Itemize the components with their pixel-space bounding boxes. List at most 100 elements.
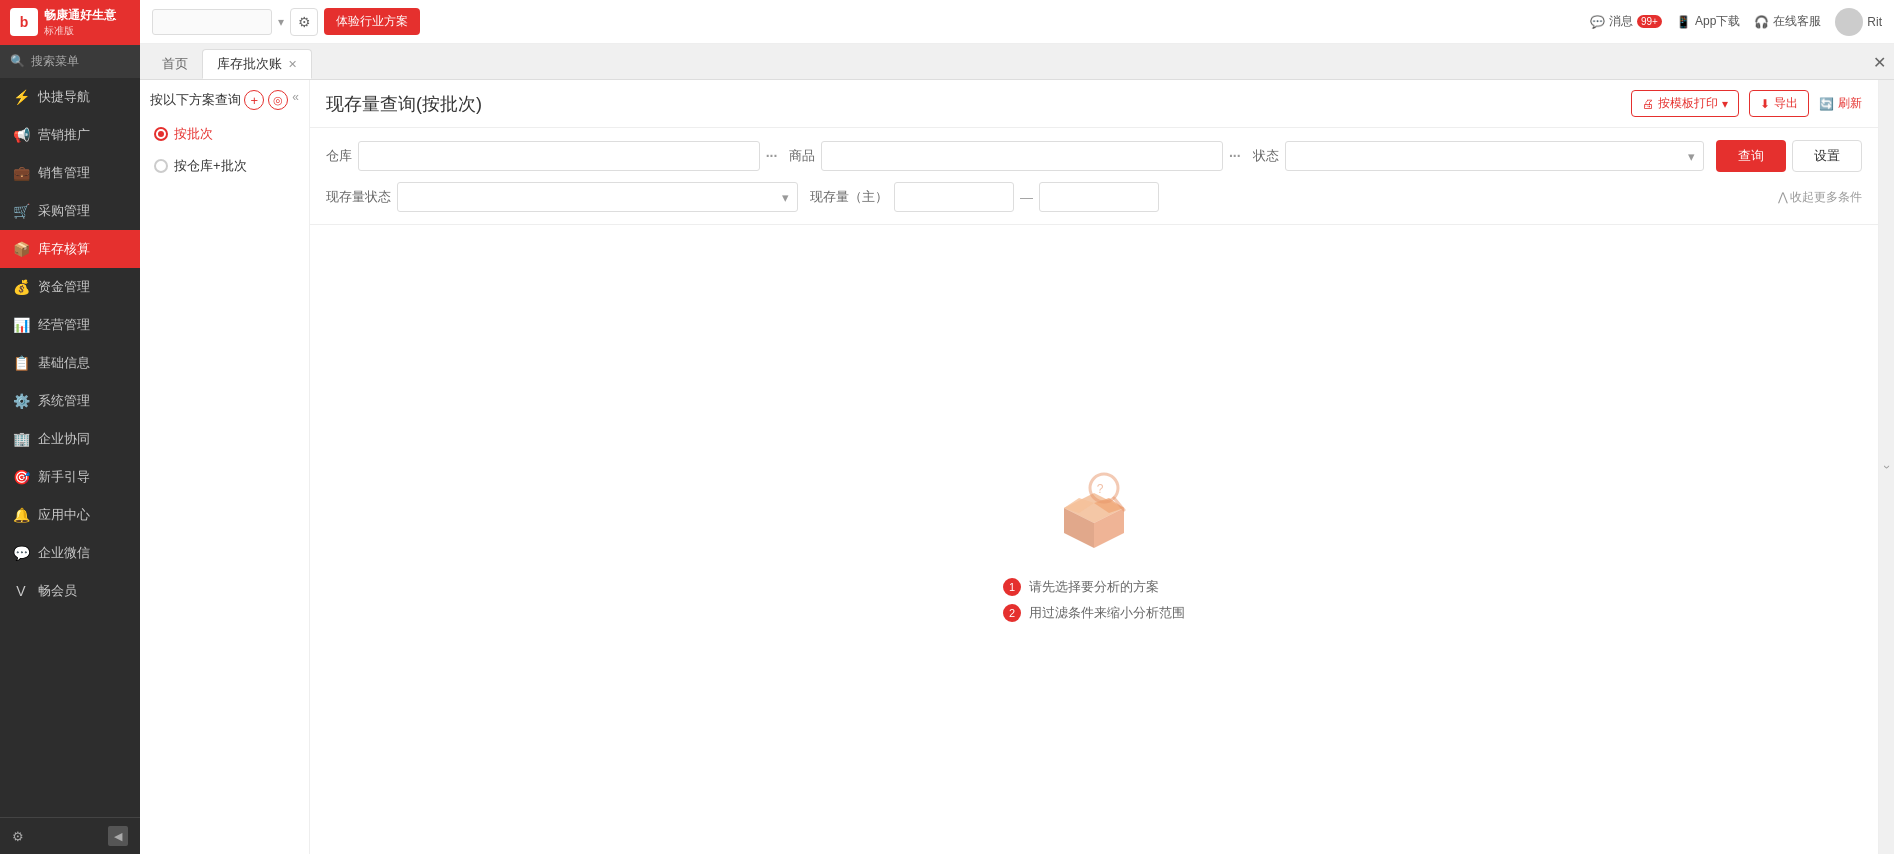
page-title: 现存量查询(按批次) — [326, 92, 482, 116]
edition-label: 标准版 — [44, 24, 116, 37]
avatar — [1835, 8, 1863, 36]
sidebar-item-newuser[interactable]: 🎯 新手引导 — [0, 458, 140, 496]
trial-button[interactable]: 体验行业方案 — [324, 8, 420, 35]
chevron-up-icon: ⋀ — [1778, 190, 1788, 204]
operations-icon: 📊 — [12, 317, 30, 333]
basic-icon: 📋 — [12, 355, 30, 371]
sidebar-item-label: 基础信息 — [38, 354, 90, 372]
scheme-item-by-batch[interactable]: 按批次 — [140, 118, 309, 150]
sidebar-item-basic[interactable]: 📋 基础信息 — [0, 344, 140, 382]
tab-home-label: 首页 — [162, 49, 188, 79]
purchase-icon: 🛒 — [12, 203, 30, 219]
product-label: 商品 — [789, 147, 815, 165]
target-icon-button[interactable]: ◎ — [268, 90, 288, 110]
setting-button[interactable]: 设置 — [1792, 140, 1862, 172]
member-icon: V — [12, 583, 30, 599]
product-filter-group: 商品 ··· — [789, 141, 1240, 171]
left-panel-title: 按以下方案查询 — [150, 91, 241, 109]
left-panel: 按以下方案查询 + ◎ « 按批次 按仓库+批次 — [140, 80, 310, 854]
scheme-label-by-batch: 按批次 — [174, 125, 213, 143]
radio-by-warehouse-batch — [154, 159, 168, 173]
sales-icon: 💼 — [12, 165, 30, 181]
inventory-qty-max-input[interactable] — [1039, 182, 1159, 212]
tab-close-icon[interactable]: ✕ — [288, 49, 297, 79]
range-dash: — — [1020, 190, 1033, 205]
gear-icon[interactable]: ⚙ — [290, 8, 318, 36]
export-button[interactable]: ⬇ 导出 — [1749, 90, 1809, 117]
tab-home[interactable]: 首页 — [148, 49, 202, 79]
inventory-status-select[interactable]: ▾ — [397, 182, 798, 212]
search-input[interactable] — [152, 9, 272, 35]
empty-tips: 1 请先选择要分析的方案 2 用过滤条件来缩小分析范围 — [1003, 578, 1185, 622]
sidebar-item-sales[interactable]: 💼 销售管理 — [0, 154, 140, 192]
query-button[interactable]: 查询 — [1716, 140, 1786, 172]
sidebar-item-quick-nav[interactable]: ⚡ 快捷导航 — [0, 78, 140, 116]
search-menu[interactable]: 🔍 搜索菜单 — [0, 45, 140, 78]
page-header: 现存量查询(按批次) 🖨 按模板打印 ▾ ⬇ 导出 🔄 刷新 — [310, 80, 1878, 128]
chevron-down-icon: ▾ — [1722, 97, 1728, 111]
sidebar-item-marketing[interactable]: 📢 营销推广 — [0, 116, 140, 154]
sidebar-item-purchase[interactable]: 🛒 采购管理 — [0, 192, 140, 230]
sidebar-item-operations[interactable]: 📊 经营管理 — [0, 306, 140, 344]
add-scheme-button[interactable]: + — [244, 90, 264, 110]
user-name: Rit — [1867, 15, 1882, 29]
tab-inventory-batch-label: 库存批次账 — [217, 49, 282, 79]
warehouse-filter-group: 仓库 ··· — [326, 141, 777, 171]
inventory-status-label: 现存量状态 — [326, 188, 391, 206]
sidebar-item-label: 销售管理 — [38, 164, 90, 182]
chevron-down-icon: ▾ — [278, 15, 284, 29]
newuser-icon: 🎯 — [12, 469, 30, 485]
customer-service-action[interactable]: 🎧 在线客服 — [1754, 13, 1821, 30]
sidebar-item-system[interactable]: ⚙️ 系统管理 — [0, 382, 140, 420]
sidebar-item-wechat[interactable]: 💬 企业微信 — [0, 534, 140, 572]
product-input[interactable] — [821, 141, 1223, 171]
chevron-down-icon: ▾ — [782, 190, 789, 205]
main-area: ▾ ⚙ 体验行业方案 💬 消息 99+ 📱 App下载 🎧 在线客服 Rit — [140, 0, 1894, 854]
sidebar-scroll-btn[interactable]: ◀ — [108, 826, 128, 846]
inventory-qty-min-input[interactable] — [894, 182, 1014, 212]
message-action[interactable]: 💬 消息 99+ — [1590, 13, 1662, 30]
headset-icon: 🎧 — [1754, 15, 1769, 29]
system-icon: ⚙️ — [12, 393, 30, 409]
refresh-button[interactable]: 🔄 刷新 — [1819, 95, 1862, 112]
settings-icon[interactable]: ⚙ — [12, 829, 24, 844]
sidebar-item-finance[interactable]: 💰 资金管理 — [0, 268, 140, 306]
product-more-icon[interactable]: ··· — [1229, 148, 1241, 164]
collapse-panel-button[interactable]: « — [292, 90, 299, 110]
appcenter-icon: 🔔 — [12, 507, 30, 523]
status-select[interactable]: ▾ — [1285, 141, 1704, 171]
message-label: 消息 — [1609, 13, 1633, 30]
edge-arrow-icon[interactable]: › — [1880, 465, 1894, 469]
tab-inventory-batch[interactable]: 库存批次账 ✕ — [202, 49, 312, 79]
sidebar-item-inventory[interactable]: 📦 库存核算 — [0, 230, 140, 268]
print-button[interactable]: 🖨 按模板打印 ▾ — [1631, 90, 1739, 117]
sidebar-item-appcenter[interactable]: 🔔 应用中心 — [0, 496, 140, 534]
sidebar-item-member[interactable]: V 畅会员 — [0, 572, 140, 610]
sidebar-item-label: 企业协同 — [38, 430, 90, 448]
warehouse-input[interactable] — [358, 141, 760, 171]
warehouse-more-icon[interactable]: ··· — [766, 148, 778, 164]
topbar-right: 💬 消息 99+ 📱 App下载 🎧 在线客服 Rit — [1590, 8, 1882, 36]
warehouse-label: 仓库 — [326, 147, 352, 165]
refresh-icon: 🔄 — [1819, 97, 1834, 111]
sidebar-item-enterprise[interactable]: 🏢 企业协同 — [0, 420, 140, 458]
filter-row-2: 现存量状态 ▾ 现存量（主） — ⋀ — [326, 182, 1862, 212]
user-action[interactable]: Rit — [1835, 8, 1882, 36]
scheme-label-by-warehouse-batch: 按仓库+批次 — [174, 157, 247, 175]
tab-close-main-icon[interactable]: ✕ — [1873, 52, 1886, 71]
status-label: 状态 — [1253, 147, 1279, 165]
left-panel-actions: + ◎ « — [244, 90, 299, 110]
app-download-action[interactable]: 📱 App下载 — [1676, 13, 1740, 30]
sidebar-item-label: 企业微信 — [38, 544, 90, 562]
empty-tip-2: 2 用过滤条件来缩小分析范围 — [1003, 604, 1185, 622]
sidebar: b 畅康通好生意 标准版 🔍 搜索菜单 ⚡ 快捷导航 📢 营销推广 💼 销售管理… — [0, 0, 140, 854]
search-icon: 🔍 — [10, 54, 25, 68]
scheme-item-by-warehouse-batch[interactable]: 按仓库+批次 — [140, 150, 309, 182]
collapse-filter-button[interactable]: ⋀ 收起更多条件 — [1778, 189, 1862, 206]
inventory-icon: 📦 — [12, 241, 30, 257]
app-download-label: App下载 — [1695, 13, 1740, 30]
tip-text-1: 请先选择要分析的方案 — [1029, 578, 1159, 596]
right-edge: › — [1878, 80, 1894, 854]
sidebar-item-label: 新手引导 — [38, 468, 90, 486]
empty-tip-1: 1 请先选择要分析的方案 — [1003, 578, 1185, 596]
